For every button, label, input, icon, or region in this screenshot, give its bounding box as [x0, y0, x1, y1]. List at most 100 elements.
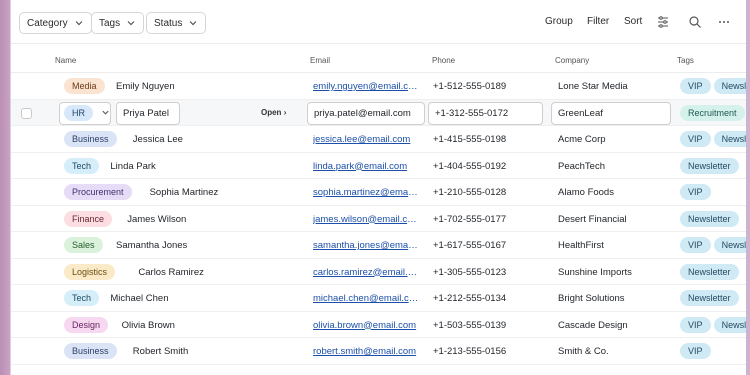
open-row-link[interactable]: Open ›	[261, 108, 286, 117]
group-button[interactable]: Group	[545, 16, 573, 27]
tag-pill[interactable]: VIP	[680, 343, 711, 359]
table-row[interactable]: HR Priya Patel Open › priya.patel@email.co…	[11, 99, 750, 126]
email-link[interactable]: robert.smith@email.com	[313, 346, 419, 357]
category-filter-button[interactable]: Category	[19, 12, 92, 34]
email-link[interactable]: samantha.jones@email.com	[313, 240, 419, 251]
table-row[interactable]: Design Olivia Brown olivia.brown@email.com…	[11, 312, 750, 338]
table-row[interactable]: Business Jessica Lee jessica.lee@email.com…	[11, 126, 750, 153]
status-filter-label: Status	[154, 17, 183, 29]
search-icon[interactable]	[688, 15, 702, 29]
category-tag[interactable]: Tech	[64, 157, 100, 174]
tag-pill[interactable]: VIP	[680, 184, 711, 200]
tag-pill[interactable]: Newsletter	[680, 210, 739, 227]
contact-name: Jessica Lee	[132, 134, 183, 145]
column-settings-icon[interactable]	[656, 15, 670, 29]
category-tag[interactable]: Business	[64, 343, 117, 359]
table-row[interactable]: Logistics Carlos Ramirez carlos.ramirez@em…	[11, 259, 750, 285]
phone-number: +1-512-555-0189	[433, 81, 507, 92]
tags-filter-label: Tags	[99, 17, 121, 29]
phone-number: +1-617-555-0167	[433, 240, 507, 251]
tag-pill[interactable]: VIP	[680, 316, 711, 333]
tag-pill[interactable]: Newsletter	[680, 263, 739, 280]
tag-pill[interactable]: Newsl	[713, 237, 750, 253]
email-link[interactable]: emily.nguyen@email.com	[313, 81, 419, 92]
email-link[interactable]: carlos.ramirez@email.com	[313, 267, 419, 278]
table-row[interactable]: Media Emily Nguyen emily.nguyen@email.com +…	[11, 73, 750, 100]
company-name: PeachTech	[558, 160, 606, 172]
chevron-down-icon	[127, 21, 135, 26]
company-name: Lone Star Media	[558, 81, 628, 92]
column-header-company[interactable]: Company	[555, 56, 589, 65]
company-name: Sunshine Imports	[558, 266, 632, 278]
toolbar: Category Tags Status Group Filter Sort	[11, 0, 750, 44]
tag-pill[interactable]: VIP	[680, 131, 711, 147]
column-header-tags[interactable]: Tags	[677, 56, 694, 65]
category-tag[interactable]: Media	[64, 78, 105, 94]
company-name: Desert Financial	[558, 213, 627, 225]
email-link[interactable]: michael.chen@email.com	[313, 293, 419, 304]
company-name: Smith & Co.	[558, 346, 609, 357]
column-header-name[interactable]: Name	[55, 56, 76, 65]
tag-pill[interactable]: Newsl	[713, 316, 750, 333]
contact-name: Carlos Ramirez	[138, 266, 204, 278]
phone-number: +1-415-555-0198	[433, 134, 507, 145]
category-tag[interactable]: Procurement	[64, 184, 132, 200]
filter-button[interactable]: Filter	[587, 16, 609, 27]
email-link[interactable]: olivia.brown@email.com	[313, 320, 419, 331]
phone-number: +1-404-555-0192	[433, 160, 507, 172]
phone-field[interactable]: +1-312-555-0172	[428, 101, 543, 125]
name-field[interactable]: Priya Patel	[116, 101, 180, 125]
category-tag[interactable]: Finance	[64, 210, 113, 227]
email-link[interactable]: jessica.lee@email.com	[313, 134, 419, 145]
sort-button[interactable]: Sort	[624, 16, 642, 27]
category-tag[interactable]: Logistics	[64, 263, 116, 280]
tag-pill[interactable]: Recruitment	[680, 104, 745, 121]
window-edge	[746, 0, 750, 375]
table-row[interactable]: Sales Samantha Jones samantha.jones@email.…	[11, 232, 750, 259]
table-row[interactable]: Business Robert Smith robert.smith@email.c…	[11, 338, 750, 365]
table-row[interactable]: Tech Michael Chen michael.chen@email.com +1…	[11, 285, 750, 312]
phone-number: +1-213-555-0156	[433, 346, 507, 357]
column-header-phone[interactable]: Phone	[432, 56, 455, 65]
company-name: Acme Corp	[558, 134, 606, 145]
email-field[interactable]: priya.patel@email.com	[307, 101, 425, 125]
category-tag: HR	[64, 104, 93, 121]
category-select[interactable]: HR	[59, 101, 111, 125]
company-field[interactable]: GreenLeaf	[551, 101, 671, 125]
status-filter-button[interactable]: Status	[146, 12, 207, 34]
tag-pill[interactable]: Newsl	[713, 131, 750, 147]
company-name: Alamo Foods	[558, 187, 614, 198]
company-name: Cascade Design	[558, 319, 628, 331]
phone-number: +1-210-555-0128	[433, 187, 507, 198]
table-view-window: Category Tags Status Group Filter Sort N…	[10, 0, 750, 375]
tag-pill[interactable]: VIP	[680, 237, 711, 253]
category-tag[interactable]: Business	[64, 131, 117, 147]
table-row[interactable]: Procurement Sophia Martinez sophia.martine…	[11, 179, 750, 206]
contact-name: Michael Chen	[110, 293, 169, 304]
column-header-email[interactable]: Email	[310, 56, 330, 65]
company-name: HealthFirst	[558, 240, 604, 251]
phone-number: +1-305-555-0123	[433, 266, 507, 278]
table-row[interactable]: Finance James Wilson james.wilson@email.co…	[11, 206, 750, 232]
tags-filter-button[interactable]: Tags	[91, 12, 145, 34]
tag-pill[interactable]: Newsl	[713, 78, 750, 94]
contact-name: Emily Nguyen	[116, 81, 175, 92]
category-tag[interactable]: Tech	[64, 290, 100, 306]
contact-name: James Wilson	[127, 213, 187, 225]
tag-pill[interactable]: VIP	[680, 78, 711, 94]
chevron-down-icon	[75, 21, 83, 26]
category-tag[interactable]: Sales	[64, 237, 103, 253]
category-tag[interactable]: Design	[64, 316, 109, 333]
tag-pill[interactable]: Newsletter	[680, 290, 739, 306]
email-link[interactable]: sophia.martinez@email.com	[313, 187, 419, 198]
tag-pill[interactable]: Newsletter	[680, 157, 739, 174]
row-checkbox[interactable]	[21, 107, 32, 119]
table-row[interactable]: Tech Linda Park linda.park@email.com +1-404…	[11, 153, 750, 179]
email-link[interactable]: james.wilson@email.com	[313, 214, 419, 225]
contact-name: Samantha Jones	[116, 240, 188, 251]
company-name: Bright Solutions	[558, 293, 625, 304]
phone-number: +1-702-555-0177	[433, 213, 507, 225]
more-icon[interactable]	[717, 15, 731, 29]
chevron-right-icon: ›	[283, 107, 287, 117]
email-link[interactable]: linda.park@email.com	[313, 161, 419, 172]
